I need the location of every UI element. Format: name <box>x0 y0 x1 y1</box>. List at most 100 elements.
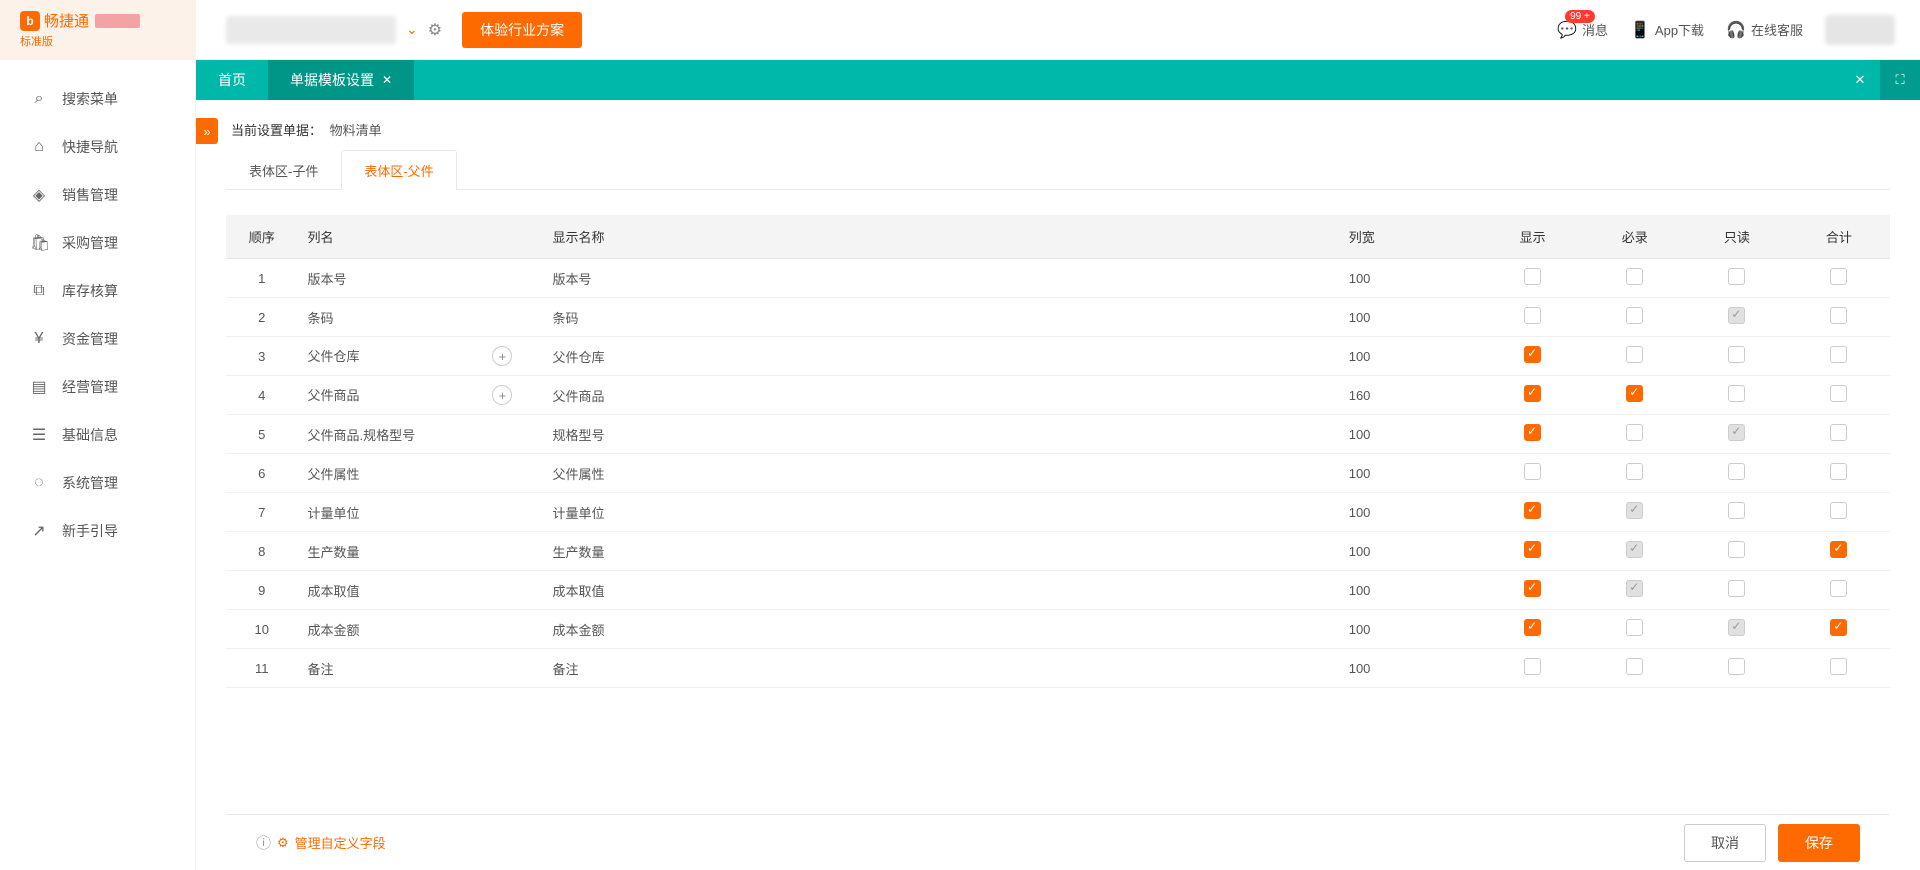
cell-display[interactable]: 计量单位 <box>542 493 1338 532</box>
cell-display[interactable]: 规格型号 <box>542 415 1338 454</box>
cancel-button[interactable]: 取消 <box>1684 824 1766 862</box>
experience-button[interactable]: 体验行业方案 <box>462 12 582 48</box>
current-doc-value: 物料清单 <box>330 123 382 138</box>
checkbox-required[interactable] <box>1626 268 1643 285</box>
sidebar-item-6[interactable]: ▤经营管理 <box>0 363 195 411</box>
th-width: 列宽 <box>1339 215 1482 259</box>
sidebar-item-8[interactable]: ◌系统管理 <box>0 459 195 507</box>
cell-display[interactable]: 父件属性 <box>542 454 1338 493</box>
manage-custom-fields-label: 管理自定义字段 <box>295 833 386 852</box>
checkbox-sum[interactable] <box>1830 580 1847 597</box>
cell-display[interactable]: 版本号 <box>542 259 1338 298</box>
fullscreen-button[interactable]: ⛶ <box>1880 60 1920 100</box>
cell-width[interactable]: 100 <box>1339 337 1482 376</box>
cell-width[interactable]: 100 <box>1339 649 1482 688</box>
checkbox-show[interactable] <box>1524 424 1541 441</box>
org-dropdown[interactable]: ⌄ ⚙ <box>226 16 442 44</box>
checkbox-sum[interactable] <box>1830 346 1847 363</box>
close-icon[interactable]: ✕ <box>382 73 392 87</box>
tab-template-settings[interactable]: 单据模板设置 ✕ <box>268 60 414 100</box>
checkbox-show[interactable] <box>1524 580 1541 597</box>
cell-width[interactable]: 100 <box>1339 610 1482 649</box>
avatar[interactable] <box>1825 15 1895 45</box>
manage-custom-fields-link[interactable]: ⓘ ⚙ 管理自定义字段 <box>256 832 386 853</box>
checkbox-readonly[interactable] <box>1728 541 1745 558</box>
cell-display[interactable]: 条码 <box>542 298 1338 337</box>
app-download-link[interactable]: 📱 App下载 <box>1630 20 1704 40</box>
expand-panel-toggle[interactable]: » <box>196 118 218 144</box>
checkbox-sum[interactable] <box>1830 502 1847 519</box>
cell-width[interactable]: 100 <box>1339 571 1482 610</box>
cell-width[interactable]: 100 <box>1339 493 1482 532</box>
cell-display[interactable]: 成本金额 <box>542 610 1338 649</box>
checkbox-required[interactable] <box>1626 385 1643 402</box>
subtab-child[interactable]: 表体区-子件 <box>226 150 341 190</box>
sidebar-icon: ⧉ <box>30 282 48 300</box>
checkbox-required[interactable] <box>1626 619 1643 636</box>
subtab-parent[interactable]: 表体区-父件 <box>341 150 456 190</box>
checkbox-readonly[interactable] <box>1728 502 1745 519</box>
cell-width[interactable]: 100 <box>1339 532 1482 571</box>
cell-display[interactable]: 成本取值 <box>542 571 1338 610</box>
cell-display[interactable]: 生产数量 <box>542 532 1338 571</box>
checkbox-sum[interactable] <box>1830 658 1847 675</box>
checkbox-show[interactable] <box>1524 658 1541 675</box>
checkbox-sum[interactable] <box>1830 541 1847 558</box>
cell-display[interactable]: 父件仓库 <box>542 337 1338 376</box>
sidebar-item-2[interactable]: ◈销售管理 <box>0 171 195 219</box>
checkbox-readonly[interactable] <box>1728 658 1745 675</box>
checkbox-readonly[interactable] <box>1728 385 1745 402</box>
sidebar-item-1[interactable]: ⌂快捷导航 <box>0 123 195 171</box>
sidebar-item-4[interactable]: ⧉库存核算 <box>0 267 195 315</box>
sidebar-item-7[interactable]: ☰基础信息 <box>0 411 195 459</box>
tab-home[interactable]: 首页 <box>196 60 268 100</box>
cell-width[interactable]: 100 <box>1339 259 1482 298</box>
sidebar-item-5[interactable]: ¥资金管理 <box>0 315 195 363</box>
checkbox-show[interactable] <box>1524 346 1541 363</box>
checkbox-sum[interactable] <box>1830 385 1847 402</box>
checkbox-sum[interactable] <box>1830 463 1847 480</box>
checkbox-show[interactable] <box>1524 307 1541 324</box>
cell-width[interactable]: 100 <box>1339 454 1482 493</box>
table-row: 7计量单位计量单位100 <box>226 493 1890 532</box>
checkbox-readonly[interactable] <box>1728 346 1745 363</box>
checkbox-show[interactable] <box>1524 502 1541 519</box>
add-column-button[interactable]: + <box>492 385 512 405</box>
checkbox-required <box>1626 502 1643 519</box>
checkbox-sum[interactable] <box>1830 424 1847 441</box>
sidebar-item-9[interactable]: ↗新手引导 <box>0 507 195 555</box>
checkbox-readonly[interactable] <box>1728 580 1745 597</box>
gear-icon[interactable]: ⚙ <box>428 20 442 40</box>
cell-width[interactable]: 160 <box>1339 376 1482 415</box>
checkbox-sum[interactable] <box>1830 307 1847 324</box>
cell-name: 父件属性 <box>297 454 542 493</box>
checkbox-required[interactable] <box>1626 307 1643 324</box>
checkbox-show[interactable] <box>1524 385 1541 402</box>
cell-width[interactable]: 100 <box>1339 298 1482 337</box>
sidebar-item-3[interactable]: 🛍采购管理 <box>0 219 195 267</box>
cell-idx: 7 <box>226 493 297 532</box>
checkbox-readonly[interactable] <box>1728 463 1745 480</box>
tab-close-all-button[interactable]: ✕ <box>1840 60 1880 100</box>
cell-width[interactable]: 100 <box>1339 415 1482 454</box>
checkbox-readonly[interactable] <box>1728 268 1745 285</box>
save-button[interactable]: 保存 <box>1778 824 1860 862</box>
checkbox-required[interactable] <box>1626 463 1643 480</box>
online-service-link[interactable]: 🎧 在线客服 <box>1726 20 1803 40</box>
checkbox-show[interactable] <box>1524 619 1541 636</box>
checkbox-sum[interactable] <box>1830 268 1847 285</box>
checkbox-show[interactable] <box>1524 463 1541 480</box>
checkbox-sum[interactable] <box>1830 619 1847 636</box>
checkbox-required[interactable] <box>1626 658 1643 675</box>
checkbox-required[interactable] <box>1626 346 1643 363</box>
sidebar-item-0[interactable]: ⌕搜索菜单 <box>0 75 195 123</box>
sidebar-icon: ◈ <box>30 185 48 205</box>
messages-link[interactable]: 99 + 💬 消息 <box>1557 20 1608 40</box>
checkbox-show[interactable] <box>1524 541 1541 558</box>
cell-display[interactable]: 备注 <box>542 649 1338 688</box>
cell-display[interactable]: 父件商品 <box>542 376 1338 415</box>
checkbox-required[interactable] <box>1626 424 1643 441</box>
sidebar: ⌕搜索菜单⌂快捷导航◈销售管理🛍采购管理⧉库存核算¥资金管理▤经营管理☰基础信息… <box>0 60 196 870</box>
add-column-button[interactable]: + <box>492 346 512 366</box>
checkbox-show[interactable] <box>1524 268 1541 285</box>
